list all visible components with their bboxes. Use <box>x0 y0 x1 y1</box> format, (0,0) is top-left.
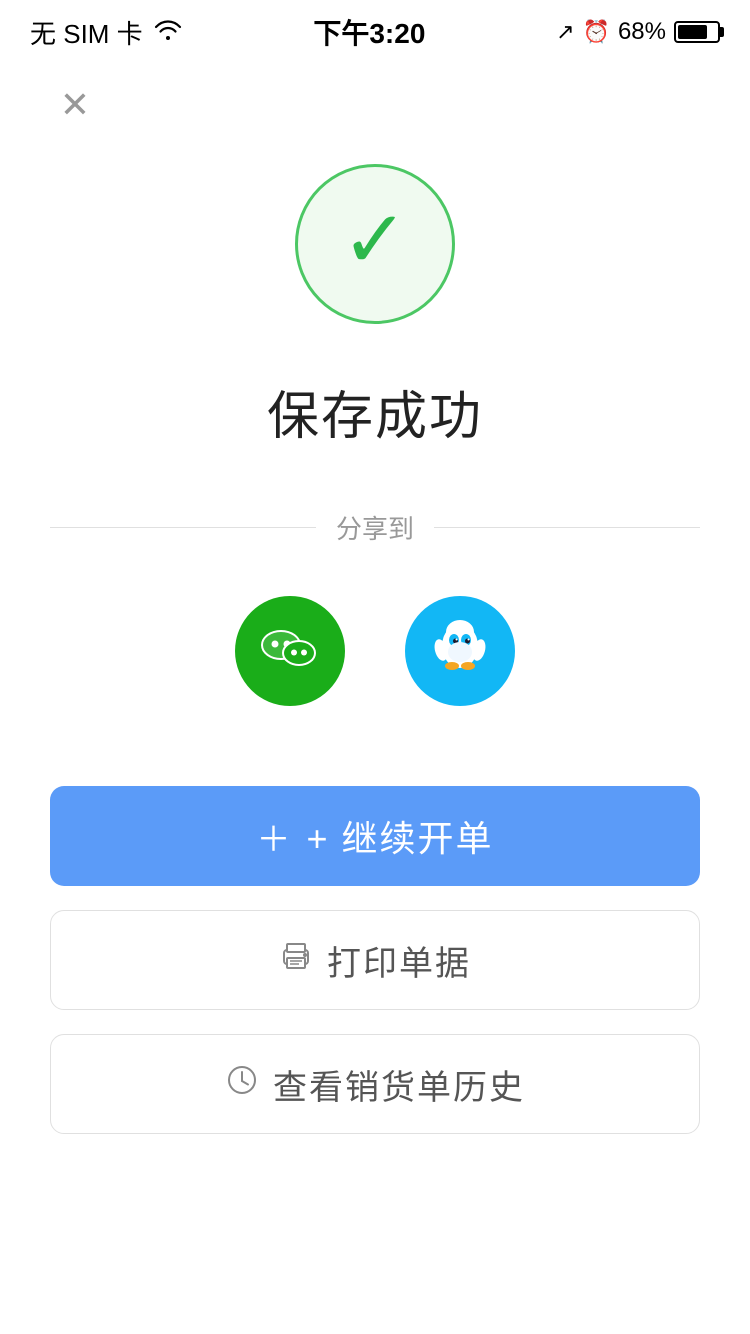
share-divider: 分享到 <box>50 509 700 546</box>
carrier-text: 无 SIM 卡 <box>30 14 143 51</box>
print-label: 打印单据 <box>327 936 471 985</box>
close-button[interactable]: ✕ <box>50 80 100 130</box>
status-time: 下午3:20 <box>313 12 425 52</box>
close-icon: ✕ <box>60 87 90 123</box>
wechat-share-button[interactable] <box>235 596 345 706</box>
history-label: 查看销货单历史 <box>273 1060 525 1109</box>
plus-icon: ＋ <box>256 812 292 861</box>
share-icons <box>235 596 515 706</box>
share-label: 分享到 <box>336 509 414 546</box>
history-icon <box>225 1063 259 1105</box>
success-circle: ✓ <box>295 164 455 324</box>
continue-order-button[interactable]: ＋ + 继续开单 <box>50 786 700 886</box>
alarm-icon: ⏰ <box>583 19 610 45</box>
success-title: 保存成功 <box>267 374 483 449</box>
status-bar: 无 SIM 卡 下午3:20 ↗ ⏰ 68% <box>0 0 750 64</box>
printer-icon <box>279 940 313 980</box>
status-right: ↗ ⏰ 68% <box>556 18 720 46</box>
battery-fill <box>678 25 707 39</box>
battery-percent: 68% <box>618 18 666 46</box>
divider-right <box>434 527 700 528</box>
history-button[interactable]: 查看销货单历史 <box>50 1034 700 1134</box>
status-carrier: 无 SIM 卡 <box>30 14 183 51</box>
print-button[interactable]: 打印单据 <box>50 910 700 1010</box>
location-icon: ↗ <box>556 19 574 45</box>
main-content: ✓ 保存成功 分享到 <box>0 64 750 1134</box>
qq-share-button[interactable] <box>405 596 515 706</box>
checkmark-icon: ✓ <box>341 200 408 280</box>
continue-order-label: + 继续开单 <box>306 810 493 862</box>
wifi-icon <box>153 18 183 46</box>
divider-left <box>50 527 316 528</box>
battery-bar <box>674 21 720 43</box>
action-buttons: ＋ + 继续开单 打印单据 <box>50 786 700 1134</box>
